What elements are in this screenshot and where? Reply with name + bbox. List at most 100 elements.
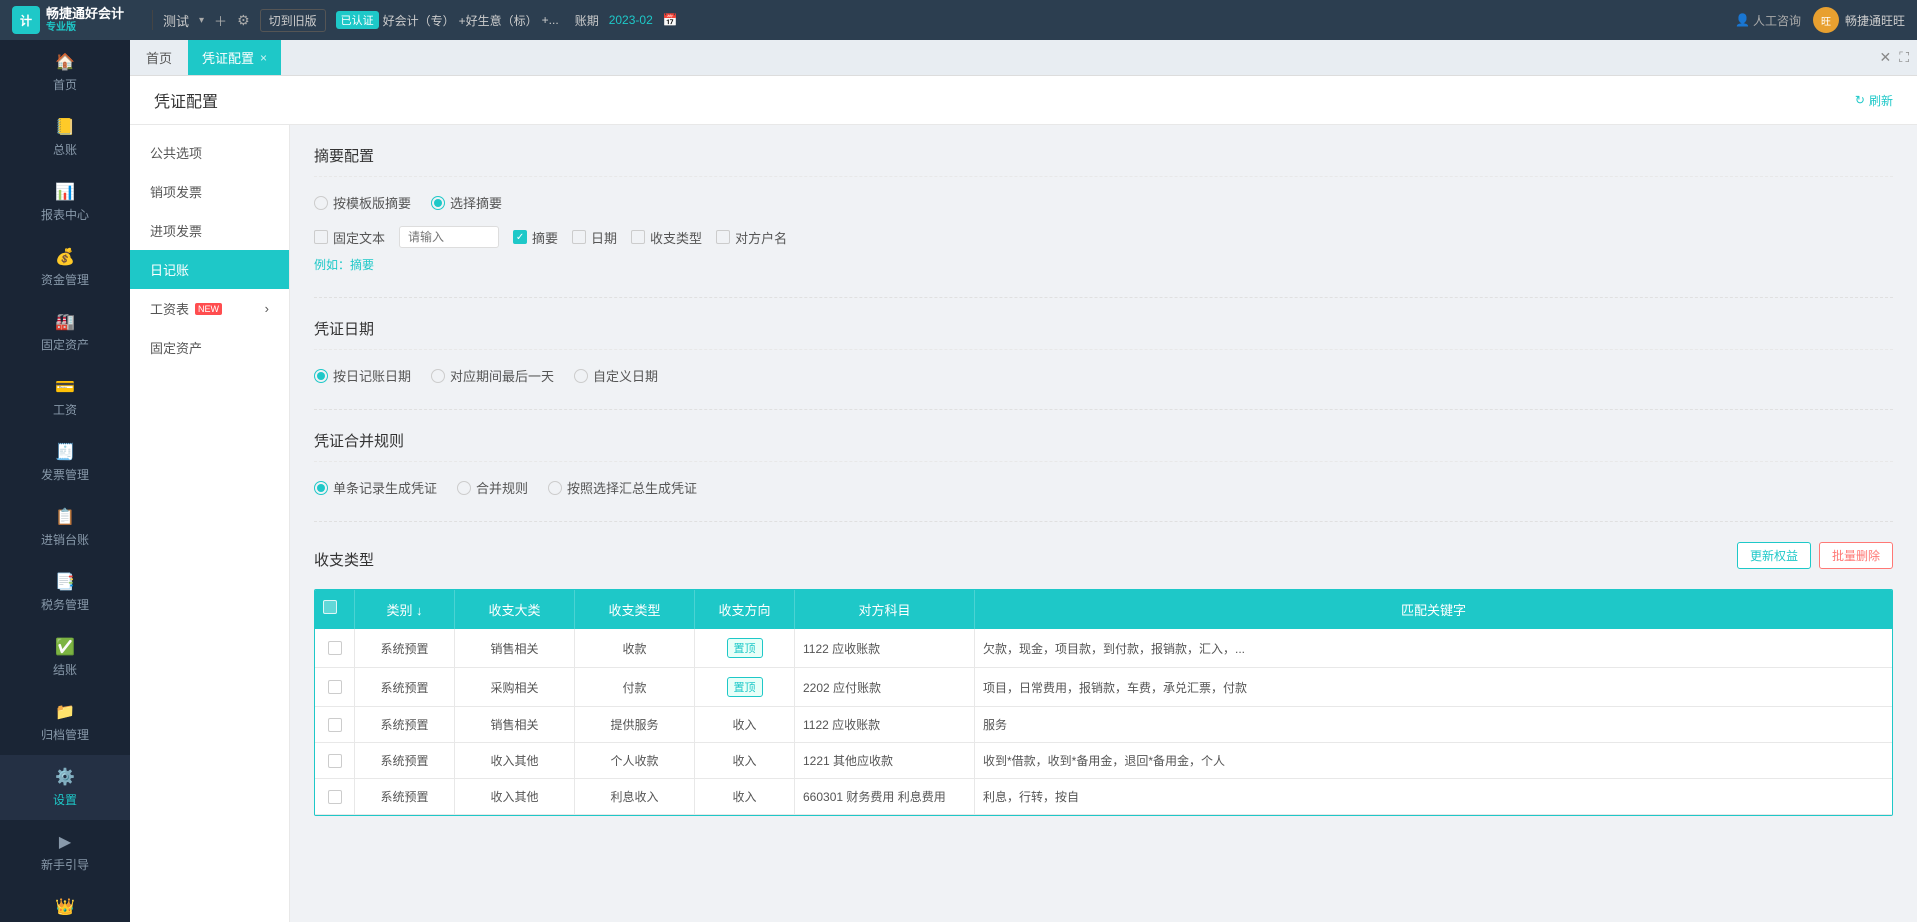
- checkbox-counterparty[interactable]: 对方户名: [716, 228, 787, 247]
- td-category-1: 系统预置: [355, 629, 455, 667]
- archive-icon: 📁: [55, 702, 75, 722]
- td-keywords-3: 服务: [975, 707, 1892, 742]
- tag-good-accounting: 好会计（专）: [383, 12, 455, 29]
- income-expense-table: 类别 ↓ 收支大类 收支类型 收支方向 对方科目 匹配关键字: [314, 589, 1893, 816]
- sidebar-item-fund[interactable]: 💰 资金管理: [0, 235, 130, 300]
- left-nav-fixed-asset[interactable]: 固定资产: [130, 328, 289, 367]
- radio-summary-gen[interactable]: 按照选择汇总生成凭证: [548, 478, 697, 497]
- radio-circle-custom-date: [574, 369, 588, 383]
- checkbox-fixed-text[interactable]: 固定文本: [314, 228, 385, 247]
- td-category-2: 系统预置: [355, 668, 455, 706]
- left-nav-purchase-invoice[interactable]: 进项发票: [130, 211, 289, 250]
- td-subject-4: 1221 其他应收款: [795, 743, 975, 778]
- page-header: 凭证配置 ↻ 刷新: [130, 76, 1917, 125]
- topbar-add-btn[interactable]: ＋: [214, 11, 227, 30]
- left-nav-public[interactable]: 公共选项: [130, 133, 289, 172]
- td-keywords-2: 项目，日常费用，报销款，车费，承兑汇票，付款: [975, 668, 1892, 706]
- sidebar-item-salary[interactable]: 💳 工资: [0, 365, 130, 430]
- certified-tag: 已认证: [336, 11, 379, 29]
- sidebar-item-report[interactable]: 📊 报表中心: [0, 170, 130, 235]
- radio-period-last[interactable]: 对应期间最后一天: [431, 366, 554, 385]
- logo-main-text: 畅捷通好会计: [46, 6, 124, 22]
- td-direction-1: 置顶: [695, 629, 795, 667]
- td-keywords-1: 欠款，现金，项目款，到付款，报销款，汇入，...: [975, 629, 1892, 667]
- td-checkbox-5[interactable]: [315, 779, 355, 814]
- refresh-btn[interactable]: ↻ 刷新: [1855, 92, 1893, 109]
- topbar-gear-icon[interactable]: ⚙: [237, 12, 250, 29]
- radio-diary-date[interactable]: 按日记账日期: [314, 366, 411, 385]
- radio-merge[interactable]: 合并规则: [457, 478, 528, 497]
- sidebar-item-guide[interactable]: ▶ 新手引导: [0, 820, 130, 885]
- td-big-type-2: 采购相关: [455, 668, 575, 706]
- consult-btn[interactable]: 👤 人工咨询: [1735, 12, 1801, 29]
- th-checkbox[interactable]: [315, 590, 355, 629]
- tab-close-window-icon[interactable]: ✕: [1879, 49, 1891, 66]
- radio-circle-period-last: [431, 369, 445, 383]
- checkbox-date[interactable]: 日期: [572, 228, 617, 247]
- left-nav-diary[interactable]: 日记账: [130, 250, 289, 289]
- sidebar-item-ledger[interactable]: 📒 总账: [0, 105, 130, 170]
- sidebar-item-tax[interactable]: 📑 税务管理: [0, 560, 130, 625]
- checkbox-summary[interactable]: ✓ 摘要: [513, 228, 558, 247]
- topbar-company-label: 测试: [163, 11, 189, 30]
- fixed-text-input[interactable]: [399, 226, 499, 248]
- td-big-type-5: 收入其他: [455, 779, 575, 814]
- divider-2: [314, 409, 1893, 410]
- radio-period-last-label: 对应期间最后一天: [450, 366, 554, 385]
- batch-delete-btn[interactable]: 批量删除: [1819, 542, 1893, 569]
- sidebar-item-archive[interactable]: 📁 归档管理: [0, 690, 130, 755]
- sidebar-item-label-asset: 固定资产: [41, 336, 89, 353]
- period-calendar-icon[interactable]: 📅: [663, 13, 678, 27]
- tag-more: +...: [542, 13, 559, 27]
- td-big-type-1: 销售相关: [455, 629, 575, 667]
- radio-custom-date[interactable]: 自定义日期: [574, 366, 658, 385]
- th-keywords: 匹配关键字: [975, 590, 1892, 629]
- topbar-switch-btn[interactable]: 切到旧版: [260, 9, 326, 32]
- sidebar-item-checkout[interactable]: ✅ 结账: [0, 625, 130, 690]
- td-checkbox-3[interactable]: [315, 707, 355, 742]
- td-type-1: 收款: [575, 629, 695, 667]
- top-badge-2[interactable]: 置顶: [727, 677, 763, 697]
- table-header: 类别 ↓ 收支大类 收支类型 收支方向 对方科目 匹配关键字: [315, 590, 1892, 629]
- radio-select-summary[interactable]: 选择摘要: [431, 193, 502, 212]
- td-checkbox-2[interactable]: [315, 668, 355, 706]
- td-checkbox-1[interactable]: [315, 629, 355, 667]
- th-subject: 对方科目: [795, 590, 975, 629]
- merge-rules-radio-group: 单条记录生成凭证 合并规则 按照选择汇总生成凭证: [314, 478, 1893, 497]
- radio-single[interactable]: 单条记录生成凭证: [314, 478, 437, 497]
- consult-icon: 👤: [1735, 13, 1750, 27]
- tax-icon: 📑: [55, 572, 75, 592]
- tab-close-btn[interactable]: ×: [260, 51, 267, 65]
- home-icon: 🏠: [55, 52, 75, 72]
- tab-maximize-icon[interactable]: ⛶: [1899, 49, 1909, 66]
- sidebar-item-home[interactable]: 🏠 首页: [0, 40, 130, 105]
- voucher-date-title: 凭证日期: [314, 318, 1893, 350]
- ledger-icon: 📒: [55, 117, 75, 137]
- radio-template-summary[interactable]: 按模板版摘要: [314, 193, 411, 212]
- left-nav-sales-invoice[interactable]: 销项发票: [130, 172, 289, 211]
- checkbox-type[interactable]: 收支类型: [631, 228, 702, 247]
- sidebar-item-asset[interactable]: 🏭 固定资产: [0, 300, 130, 365]
- tab-voucher-config[interactable]: 凭证配置 ×: [188, 40, 281, 75]
- new-badge: NEW: [195, 303, 222, 315]
- summary-checkbox-group: 固定文本 ✓ 摘要 日期 收支类型: [314, 226, 1893, 248]
- sidebar-item-member[interactable]: 👑 畅会员: [0, 885, 130, 922]
- update-btn[interactable]: 更新权益: [1737, 542, 1811, 569]
- td-subject-2: 2202 应付账款: [795, 668, 975, 706]
- sidebar-item-invoice[interactable]: 🧾 发票管理: [0, 430, 130, 495]
- merge-rules-section: 凭证合并规则 单条记录生成凭证 合并规则 按照选择汇总生成凭证: [314, 430, 1893, 497]
- topbar-dropdown-arrow[interactable]: ▾: [199, 15, 204, 26]
- sidebar-item-label-fund: 资金管理: [41, 271, 89, 288]
- sidebar-item-sales[interactable]: 📋 进销台账: [0, 495, 130, 560]
- top-badge-1[interactable]: 置顶: [727, 638, 763, 658]
- left-nav-salary-sheet[interactable]: 工资表 NEW ›: [130, 289, 289, 328]
- content-area: 首页 凭证配置 × ✕ ⛶ 凭证配置 ↻ 刷新 公共选项: [130, 40, 1917, 922]
- th-big-type: 收支大类: [455, 590, 575, 629]
- sidebar-item-label-guide: 新手引导: [41, 856, 89, 873]
- radio-circle-summary-gen: [548, 481, 562, 495]
- tab-home[interactable]: 首页: [130, 40, 188, 75]
- td-checkbox-4[interactable]: [315, 743, 355, 778]
- sidebar-item-settings[interactable]: ⚙️ 设置: [0, 755, 130, 820]
- report-icon: 📊: [55, 182, 75, 202]
- divider-3: [314, 521, 1893, 522]
